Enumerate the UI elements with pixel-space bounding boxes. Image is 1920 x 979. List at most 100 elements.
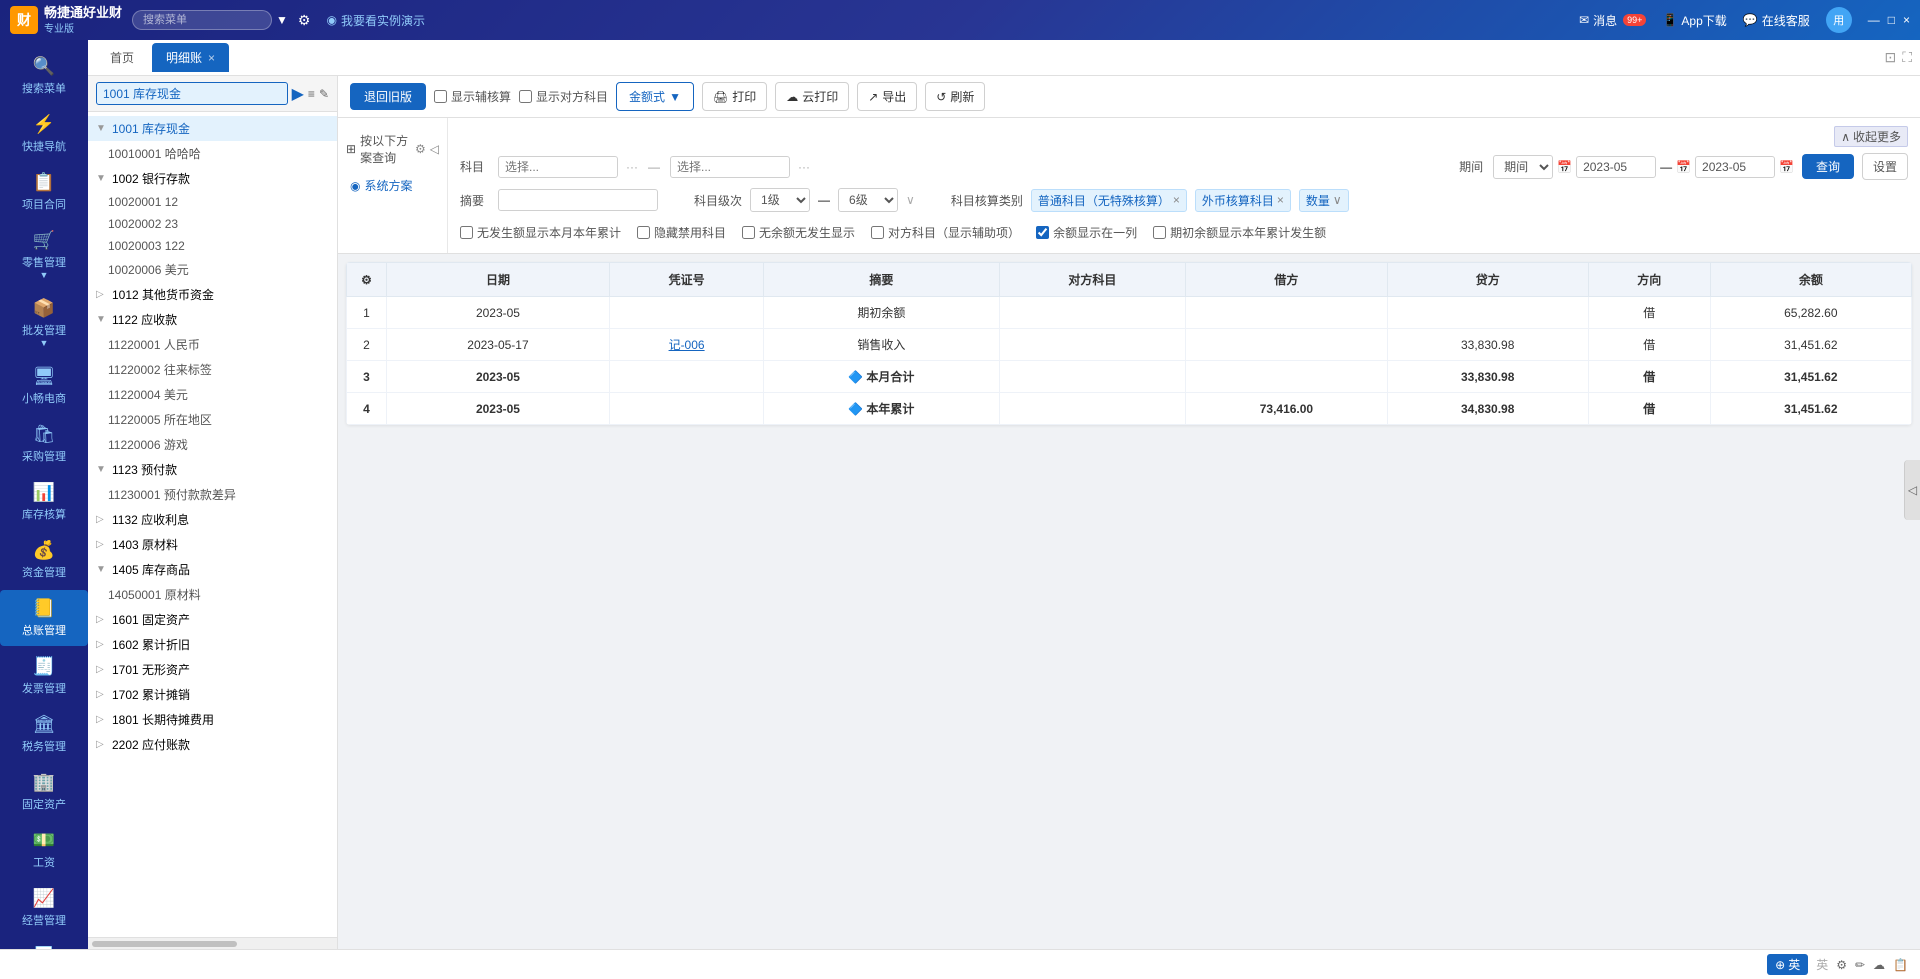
sidebar-item-expense[interactable]: 📃 小畅报销 bbox=[0, 938, 88, 949]
sidebar-item-retail[interactable]: 🛒 零售管理 ▼ bbox=[0, 222, 88, 288]
sidebar-item-quicknav[interactable]: ⚡ 快捷导航 bbox=[0, 106, 88, 162]
show-aux-checkbox[interactable] bbox=[434, 90, 447, 103]
sidebar-item-operations[interactable]: 📈 经营管理 bbox=[0, 880, 88, 936]
message-button[interactable]: ✉ 消息 99+ bbox=[1579, 12, 1646, 29]
tree-node-11220004[interactable]: 11220004 美元 bbox=[88, 382, 337, 407]
hide-disabled-checkbox[interactable] bbox=[637, 226, 650, 239]
sidebar-item-wholesale[interactable]: 📦 批发管理 ▼ bbox=[0, 290, 88, 356]
tree-node-10020001[interactable]: 10020001 12 bbox=[88, 191, 337, 213]
right-panel-toggle[interactable]: ◁ bbox=[1904, 460, 1920, 520]
summary-input[interactable] bbox=[498, 189, 658, 211]
edit-bottom-icon[interactable]: ✏ bbox=[1855, 958, 1865, 972]
copy-bottom-icon[interactable]: 📋 bbox=[1893, 958, 1908, 972]
back-old-version-button[interactable]: 退回旧版 bbox=[350, 83, 426, 110]
tree-node-1403[interactable]: ▷ 1403 原材料 bbox=[88, 532, 337, 557]
category-tag-2[interactable]: 外币核算科目 × bbox=[1195, 189, 1291, 212]
collapse-left-icon[interactable]: ◁ bbox=[430, 142, 439, 156]
sidebar-item-purchase[interactable]: 🛍 采购管理 bbox=[0, 416, 88, 472]
system-scheme-item[interactable]: ◉ 系统方案 bbox=[338, 172, 447, 199]
tree-node-11230001[interactable]: 11230001 预付款款差异 bbox=[88, 482, 337, 507]
show-contra-checkbox[interactable] bbox=[519, 90, 532, 103]
tree-node-10020006[interactable]: 10020006 美元 bbox=[88, 257, 337, 282]
settings-bottom-icon[interactable]: ⚙ bbox=[1836, 958, 1847, 972]
no-balance-checkbox[interactable] bbox=[742, 226, 755, 239]
export-button[interactable]: ↗ 导出 bbox=[857, 82, 917, 111]
no-amount-checkbox[interactable] bbox=[460, 226, 473, 239]
demo-link[interactable]: ◉ 我要看实例演示 bbox=[326, 12, 425, 29]
tag-close-icon3[interactable]: ∨ bbox=[1333, 193, 1342, 207]
sort-icon[interactable]: ≡ bbox=[308, 87, 315, 101]
tree-node-11220002[interactable]: 11220002 往来标签 bbox=[88, 357, 337, 382]
sidebar-item-ledger[interactable]: 📒 总账管理 bbox=[0, 590, 88, 646]
sidebar-item-ecommerce[interactable]: 🖥 小畅电商 bbox=[0, 358, 88, 414]
search-dropdown-icon[interactable]: ▼ bbox=[276, 13, 288, 27]
sidebar-item-inventory[interactable]: 📊 库存核算 bbox=[0, 474, 88, 530]
level-from-select[interactable]: 1级 bbox=[750, 188, 810, 212]
sidebar-item-search[interactable]: 🔍 搜索菜单 bbox=[0, 48, 88, 104]
table-settings-icon[interactable]: ⚙ bbox=[361, 273, 372, 287]
tree-node-1122[interactable]: ▼ 1122 应收款 bbox=[88, 307, 337, 332]
tree-node-10020003[interactable]: 10020003 122 bbox=[88, 235, 337, 257]
opening-balance-checkbox[interactable] bbox=[1153, 226, 1166, 239]
tab-home[interactable]: 首页 bbox=[96, 43, 148, 72]
app-download-button[interactable]: 📱 App下载 bbox=[1662, 12, 1726, 29]
tree-node-11220006[interactable]: 11220006 游戏 bbox=[88, 432, 337, 457]
global-search-input[interactable] bbox=[132, 10, 272, 30]
tree-node-1123[interactable]: ▼ 1123 预付款 bbox=[88, 457, 337, 482]
tree-node-1132[interactable]: ▷ 1132 应收利息 bbox=[88, 507, 337, 532]
window-maximize-btn[interactable]: □ bbox=[1888, 13, 1895, 27]
period-start-input[interactable] bbox=[1576, 156, 1656, 178]
setting-button[interactable]: 设置 bbox=[1862, 153, 1908, 180]
balance-col-checkbox[interactable] bbox=[1036, 226, 1049, 239]
window-fullscreen-icon[interactable]: ⛶ bbox=[1902, 49, 1912, 66]
tree-node-1405[interactable]: ▼ 1405 库存商品 bbox=[88, 557, 337, 582]
tree-node-1701[interactable]: ▷ 1701 无形资产 bbox=[88, 657, 337, 682]
category-tag-1[interactable]: 普通科目（无特殊核算） × bbox=[1031, 189, 1187, 212]
subject-input[interactable] bbox=[498, 156, 618, 178]
collapse-filter-button[interactable]: ∧ 收起更多 bbox=[1834, 126, 1908, 147]
tag-close-icon[interactable]: × bbox=[1173, 193, 1180, 207]
tree-node-10020002[interactable]: 10020002 23 bbox=[88, 213, 337, 235]
tree-node-2202[interactable]: ▷ 2202 应付账款 bbox=[88, 732, 337, 757]
tree-node-14050001[interactable]: 14050001 原材料 bbox=[88, 582, 337, 607]
tree-node-1702[interactable]: ▷ 1702 累计摊销 bbox=[88, 682, 337, 707]
edit-icon[interactable]: ✎ bbox=[319, 87, 329, 101]
cloud-print-button[interactable]: ☁ 云打印 bbox=[775, 82, 849, 111]
window-close-btn[interactable]: × bbox=[1903, 13, 1910, 27]
period-type-select[interactable]: 期间 bbox=[1493, 155, 1553, 179]
tree-node-11220005[interactable]: 11220005 所在地区 bbox=[88, 407, 337, 432]
row-voucher[interactable]: 记-006 bbox=[609, 329, 763, 361]
tree-node-11220001[interactable]: 11220001 人民币 bbox=[88, 332, 337, 357]
sidebar-item-project[interactable]: 📋 项目合同 bbox=[0, 164, 88, 220]
level-to-select[interactable]: 6级 bbox=[838, 188, 898, 212]
tab-detail-ledger[interactable]: 明细账 × bbox=[152, 43, 229, 72]
settings-gear-icon[interactable]: ⚙ bbox=[298, 12, 311, 29]
col-settings[interactable]: ⚙ bbox=[347, 263, 387, 297]
tree-node-10010001[interactable]: 10010001 哈哈哈 bbox=[88, 141, 337, 166]
tree-node-1601[interactable]: ▷ 1601 固定资产 bbox=[88, 607, 337, 632]
tree-node-1602[interactable]: ▷ 1602 累计折旧 bbox=[88, 632, 337, 657]
cloud-bottom-icon[interactable]: ☁ bbox=[1873, 958, 1885, 972]
quantity-tag[interactable]: 数量 ∨ bbox=[1299, 189, 1349, 212]
sidebar-item-tax[interactable]: 🏛 税务管理 bbox=[0, 706, 88, 762]
lang-switch-button[interactable]: ⊕ 英 bbox=[1767, 954, 1808, 975]
tree-node-1002[interactable]: ▼ 1002 银行存款 bbox=[88, 166, 337, 191]
sidebar-item-salary[interactable]: 💵 工资 bbox=[0, 822, 88, 878]
tree-horizontal-scrollbar[interactable] bbox=[88, 937, 337, 949]
sidebar-item-assets[interactable]: 🏢 固定资产 bbox=[0, 764, 88, 820]
window-restore-icon[interactable]: ⊡ bbox=[1884, 49, 1896, 66]
contra-checkbox[interactable] bbox=[871, 226, 884, 239]
user-avatar[interactable]: 用 bbox=[1826, 7, 1852, 33]
tree-node-1012[interactable]: ▷ 1012 其他货币资金 bbox=[88, 282, 337, 307]
selected-account[interactable]: 1001 库存现金 bbox=[96, 82, 288, 105]
tree-node-1001[interactable]: ▼ 1001 库存现金 bbox=[88, 116, 337, 141]
sidebar-item-invoice[interactable]: 🧾 发票管理 bbox=[0, 648, 88, 704]
settings-icon[interactable]: ⚙ bbox=[415, 142, 426, 156]
window-minimize-btn[interactable]: — bbox=[1868, 13, 1880, 27]
tag-close-icon2[interactable]: × bbox=[1277, 193, 1284, 207]
query-button[interactable]: 查询 bbox=[1802, 154, 1854, 179]
subject-to-input[interactable] bbox=[670, 156, 790, 178]
tab-close-icon[interactable]: × bbox=[208, 51, 215, 65]
account-nav-icon[interactable]: ▶ bbox=[292, 84, 304, 104]
print-button[interactable]: 🖨 打印 bbox=[702, 82, 767, 111]
